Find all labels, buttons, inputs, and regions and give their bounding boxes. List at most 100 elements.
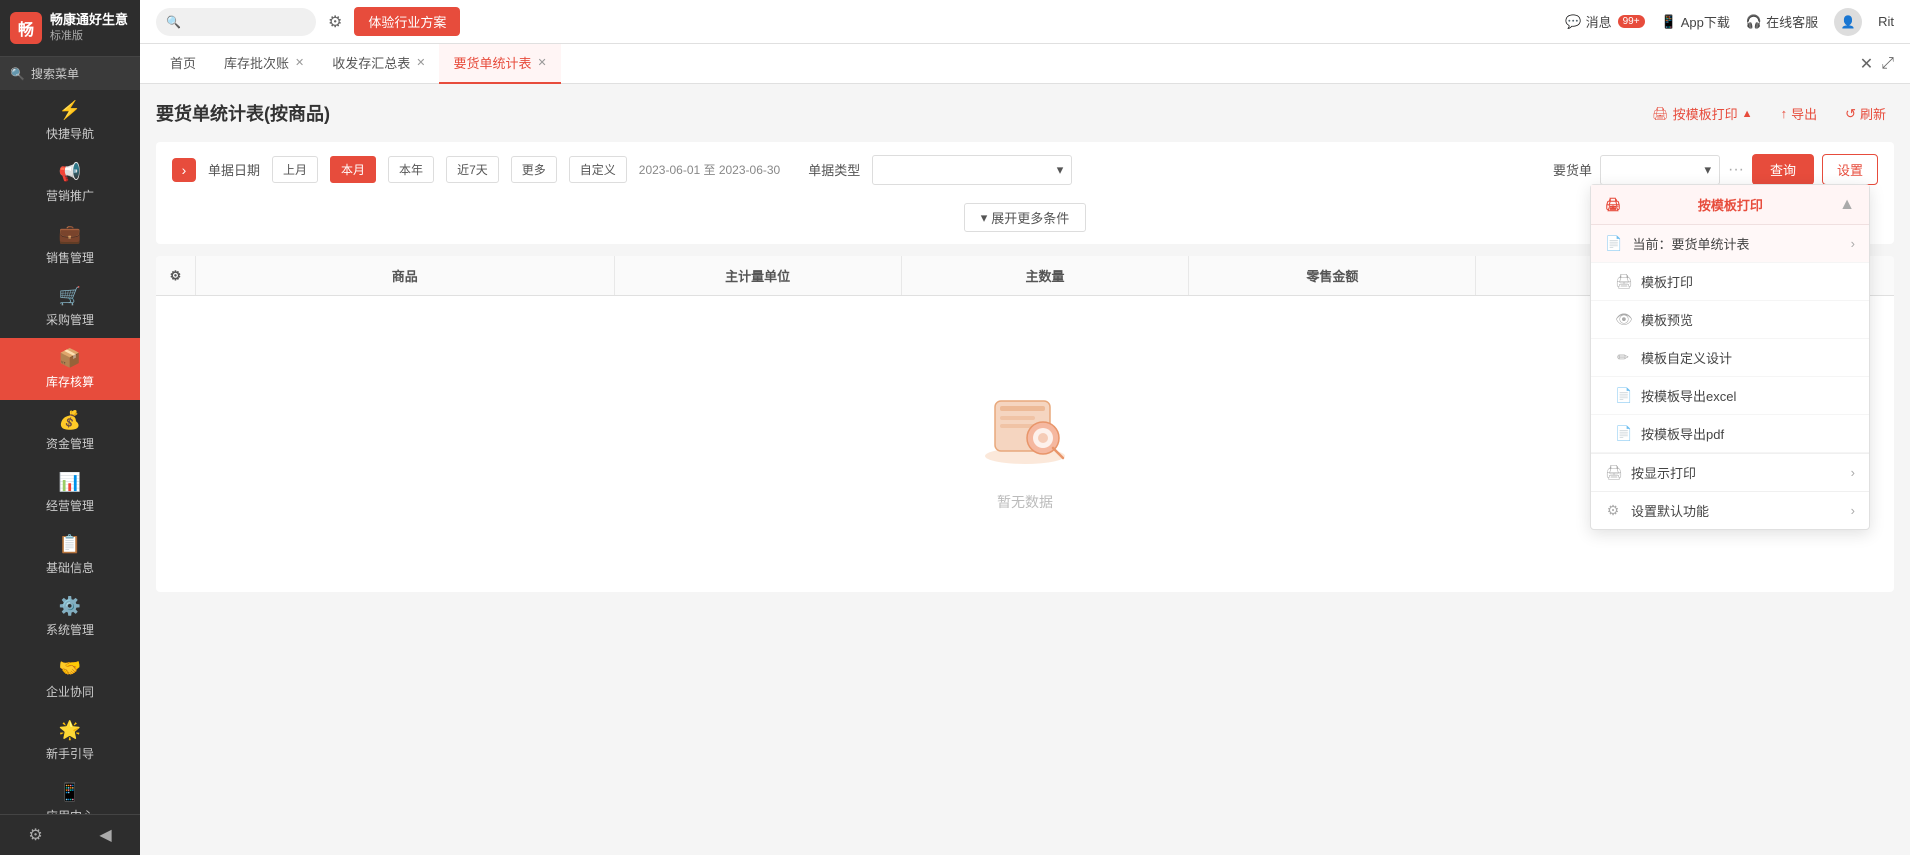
expand-more-icon: ▾: [981, 210, 988, 226]
dropdown-template-print[interactable]: 🖨 模板打印: [1591, 263, 1869, 301]
dropdown-export-excel[interactable]: 📄 按模板导出excel: [1591, 377, 1869, 415]
tab-inventory-batch[interactable]: 库存批次账 ✕: [210, 44, 318, 84]
sidebar-item-operations[interactable]: 📊 经营管理: [0, 462, 140, 524]
dropdown-title: 按模板打印: [1698, 195, 1763, 214]
dropdown-display-print[interactable]: 🖨 按显示打印 ›: [1591, 453, 1869, 491]
sidebar-label-quick-nav: 快捷导航: [46, 125, 94, 142]
tab-close-all-btn[interactable]: ✕: [1860, 54, 1873, 74]
filter-row-1: › 单据日期 上月 本月 本年 近7天 更多 自: [172, 154, 1878, 185]
dropdown-close-btn[interactable]: ▲: [1839, 196, 1855, 214]
dropdown-template-preview[interactable]: 👁 模板预览: [1591, 301, 1869, 339]
app-name: 畅康通好生意: [50, 12, 128, 29]
sidebar-item-marketing[interactable]: 📢 营销推广: [0, 152, 140, 214]
sidebar-settings-btn[interactable]: ⚙: [28, 825, 42, 845]
app-sub: 标准版: [50, 29, 128, 43]
tab-expand-btn[interactable]: ⤢: [1881, 55, 1894, 73]
refresh-label: 刷新: [1860, 104, 1886, 123]
set-default-icon: ⚙: [1605, 502, 1621, 519]
dropdown-print-icon: 🖨: [1605, 197, 1622, 213]
export-label: 导出: [1791, 104, 1817, 123]
date-custom-btn[interactable]: 自定义: [569, 156, 627, 183]
order-label: 要货单: [1553, 160, 1592, 179]
quick-nav-icon: ⚡: [59, 100, 81, 121]
sidebar-item-finance[interactable]: 💰 资金管理: [0, 400, 140, 462]
topbar: 🔍 ⚙ 体验行业方案 💬 消息 99+ 📱 App下载 🎧 在线客服 👤 Rit: [140, 0, 1910, 44]
date-current-month-btn[interactable]: 本月: [330, 156, 376, 183]
sidebar-label-finance: 资金管理: [46, 435, 94, 452]
tab-order-stats[interactable]: 要货单统计表 ✕: [439, 44, 560, 84]
type-select[interactable]: ▾: [872, 155, 1072, 185]
date-prev-month-btn[interactable]: 上月: [272, 156, 318, 183]
dropdown-set-default[interactable]: ⚙ 设置默认功能 ›: [1591, 491, 1869, 529]
tab-collection-summary[interactable]: 收发存汇总表 ✕: [318, 44, 439, 84]
sidebar-item-enterprise[interactable]: 🤝 企业协同: [0, 648, 140, 710]
sidebar-label-newbie: 新手引导: [46, 745, 94, 762]
tab-home[interactable]: 首页: [156, 44, 210, 84]
sidebar-label-operations: 经营管理: [46, 497, 94, 514]
filter-expand-btn[interactable]: ›: [172, 158, 196, 182]
display-print-label: 按显示打印: [1631, 463, 1696, 482]
avatar[interactable]: 👤: [1834, 8, 1862, 36]
set-default-chevron-icon: ›: [1851, 503, 1855, 518]
tab-inventory-batch-close[interactable]: ✕: [295, 56, 304, 69]
topbar-search[interactable]: 🔍: [156, 8, 316, 36]
app-download-btn[interactable]: 📱 App下载: [1661, 12, 1730, 31]
template-design-label: 模板自定义设计: [1641, 348, 1732, 367]
sidebar-item-sales[interactable]: 💼 销售管理: [0, 214, 140, 276]
topbar-gear-icon[interactable]: ⚙: [328, 12, 342, 32]
logo-text: 畅康通好生意 标准版: [50, 12, 128, 43]
empty-icon: [965, 376, 1085, 476]
template-preview-label: 模板预览: [1641, 310, 1693, 329]
tab-order-stats-close[interactable]: ✕: [538, 56, 547, 69]
online-service-btn[interactable]: 🎧 在线客服: [1746, 12, 1818, 31]
sidebar-item-quick-nav[interactable]: ⚡ 快捷导航: [0, 90, 140, 152]
sidebar-item-inventory[interactable]: 📦 库存核算: [0, 338, 140, 400]
dropdown-template-design[interactable]: ✏ 模板自定义设计: [1591, 339, 1869, 377]
date-current-year-btn[interactable]: 本年: [388, 156, 434, 183]
date-range-display: 2023-06-01 至 2023-06-30: [639, 161, 780, 178]
order-select[interactable]: ▾: [1600, 155, 1720, 185]
topbar-search-icon: 🔍: [166, 15, 181, 29]
sidebar-collapse-btn[interactable]: ◀: [99, 825, 111, 845]
sidebar-item-system[interactable]: ⚙️ 系统管理: [0, 586, 140, 648]
tab-order-stats-label: 要货单统计表: [453, 53, 531, 72]
expand-more-btn[interactable]: ▾ 展开更多条件: [964, 203, 1087, 232]
current-item-label: 当前：要货单统计表: [1632, 234, 1749, 253]
template-print-label: 模板打印: [1641, 272, 1693, 291]
display-print-chevron-icon: ›: [1851, 465, 1855, 480]
message-badge: 99+: [1618, 15, 1645, 28]
sidebar-search[interactable]: 🔍 搜索菜单: [0, 57, 140, 90]
right-filter-area: 要货单 ▾ ··· 查询 设置: [1553, 154, 1878, 185]
export-excel-icon: 📄: [1615, 387, 1631, 404]
page-action-bar: 🖨 按模板打印 ▲ ↑ 导出 ↺ 刷新: [1644, 100, 1894, 127]
export-btn[interactable]: ↑ 导出: [1773, 100, 1826, 127]
username-label: Rit: [1878, 14, 1894, 29]
dropdown-current-item[interactable]: 📄 当前：要货单统计表 ›: [1591, 225, 1869, 263]
sidebar-label-marketing: 营销推广: [46, 187, 94, 204]
col-settings[interactable]: ⚙: [156, 256, 196, 295]
sidebar-item-basic[interactable]: 📋 基础信息: [0, 524, 140, 586]
export-pdf-icon: 📄: [1615, 425, 1631, 442]
sidebar-item-purchase[interactable]: 🛒 采购管理: [0, 276, 140, 338]
online-service-icon: 🎧: [1746, 14, 1762, 30]
tab-collection-summary-label: 收发存汇总表: [332, 53, 410, 72]
query-btn[interactable]: 查询: [1752, 154, 1814, 185]
settings-btn[interactable]: 设置: [1822, 154, 1878, 185]
refresh-btn[interactable]: ↺ 刷新: [1837, 100, 1894, 127]
sidebar-item-newbie[interactable]: 🌟 新手引导: [0, 710, 140, 772]
tab-collection-summary-close[interactable]: ✕: [416, 56, 425, 69]
print-template-btn[interactable]: 🖨 按模板打印 ▲: [1644, 100, 1760, 127]
tab-inventory-batch-label: 库存批次账: [224, 53, 289, 72]
sidebar-item-apps[interactable]: 📱 应用中心: [0, 772, 140, 814]
print-template-dropdown: 🖨 按模板打印 ▲ 📄 当前：要货单统计表 › 🖨 模板打印 👁 模板预览 ✏ …: [1590, 184, 1870, 530]
more-options-btn[interactable]: ···: [1728, 161, 1744, 179]
system-icon: ⚙️: [59, 596, 81, 617]
message-btn[interactable]: 💬 消息 99+: [1565, 12, 1644, 31]
tabs-bar: 首页 库存批次账 ✕ 收发存汇总表 ✕ 要货单统计表 ✕ ✕ ⤢: [140, 44, 1910, 84]
trial-button[interactable]: 体验行业方案: [354, 7, 460, 36]
dropdown-export-pdf[interactable]: 📄 按模板导出pdf: [1591, 415, 1869, 453]
export-pdf-label: 按模板导出pdf: [1641, 424, 1724, 443]
chevron-right-icon: ›: [182, 162, 187, 178]
date-last-7-days-btn[interactable]: 近7天: [446, 156, 499, 183]
date-more-btn[interactable]: 更多: [511, 156, 557, 183]
